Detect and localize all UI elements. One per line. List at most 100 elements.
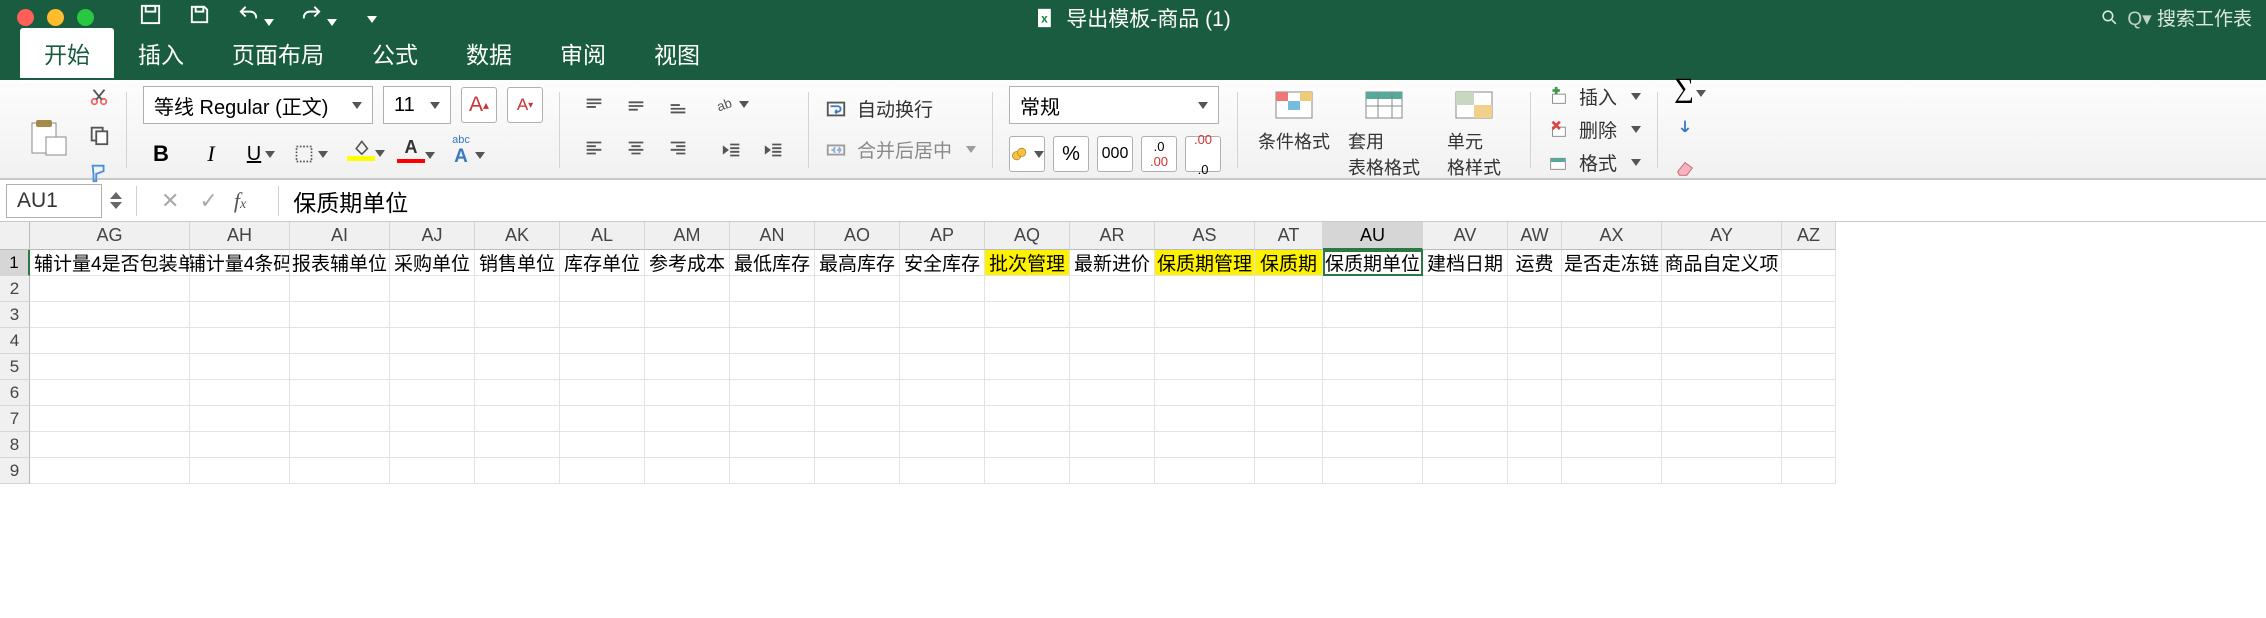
- cell-AX2[interactable]: [1562, 276, 1662, 302]
- cell-AT2[interactable]: [1255, 276, 1323, 302]
- cell-AN6[interactable]: [730, 380, 815, 406]
- cell-AR8[interactable]: [1070, 432, 1155, 458]
- cell-AW5[interactable]: [1508, 354, 1562, 380]
- cell-AN1[interactable]: 最低库存: [730, 250, 815, 276]
- cell-AL4[interactable]: [560, 328, 645, 354]
- cell-AH2[interactable]: [190, 276, 290, 302]
- cell-AS4[interactable]: [1155, 328, 1255, 354]
- cell-AZ6[interactable]: [1782, 380, 1836, 406]
- cell-AY8[interactable]: [1662, 432, 1782, 458]
- fill-color-button[interactable]: [343, 136, 379, 172]
- col-header-AI[interactable]: AI: [290, 222, 390, 250]
- cell-AR5[interactable]: [1070, 354, 1155, 380]
- cell-AJ4[interactable]: [390, 328, 475, 354]
- cell-AU8[interactable]: [1323, 432, 1423, 458]
- tab-插入[interactable]: 插入: [114, 28, 208, 80]
- name-box-stepper[interactable]: [110, 192, 122, 209]
- borders-button[interactable]: [293, 136, 329, 172]
- font-name-select[interactable]: 等线 Regular (正文): [143, 86, 373, 124]
- col-header-AK[interactable]: AK: [475, 222, 560, 250]
- cell-AU4[interactable]: [1323, 328, 1423, 354]
- underline-button[interactable]: U: [243, 136, 279, 172]
- col-header-AO[interactable]: AO: [815, 222, 900, 250]
- name-box[interactable]: AU1: [6, 184, 102, 218]
- conditional-formatting-button[interactable]: 条件格式: [1254, 86, 1334, 154]
- row-header-6[interactable]: 6: [0, 380, 30, 406]
- cell-AU9[interactable]: [1323, 458, 1423, 484]
- cell-AG1[interactable]: 辅计量4是否包装单位: [30, 250, 190, 276]
- cell-AZ8[interactable]: [1782, 432, 1836, 458]
- col-header-AT[interactable]: AT: [1255, 222, 1323, 250]
- select-all-corner[interactable]: [0, 222, 30, 250]
- cell-AR9[interactable]: [1070, 458, 1155, 484]
- cell-AX7[interactable]: [1562, 406, 1662, 432]
- cell-AL8[interactable]: [560, 432, 645, 458]
- cell-AL9[interactable]: [560, 458, 645, 484]
- col-header-AH[interactable]: AH: [190, 222, 290, 250]
- cell-AX8[interactable]: [1562, 432, 1662, 458]
- decrease-indent-button[interactable]: [714, 132, 750, 168]
- cell-AV4[interactable]: [1423, 328, 1508, 354]
- align-left-button[interactable]: [576, 130, 612, 166]
- cell-AJ7[interactable]: [390, 406, 475, 432]
- cell-AW3[interactable]: [1508, 302, 1562, 328]
- tab-公式[interactable]: 公式: [348, 28, 442, 80]
- cell-AG3[interactable]: [30, 302, 190, 328]
- cell-AG9[interactable]: [30, 458, 190, 484]
- cell-AG5[interactable]: [30, 354, 190, 380]
- minimize-window-button[interactable]: [47, 9, 64, 26]
- cell-AK3[interactable]: [475, 302, 560, 328]
- cell-AM8[interactable]: [645, 432, 730, 458]
- cell-AS8[interactable]: [1155, 432, 1255, 458]
- col-header-AJ[interactable]: AJ: [390, 222, 475, 250]
- align-center-button[interactable]: [618, 130, 654, 166]
- copy-icon[interactable]: [88, 124, 110, 152]
- cell-AX1[interactable]: 是否走冻链: [1562, 250, 1662, 276]
- cell-AS3[interactable]: [1155, 302, 1255, 328]
- cell-AL2[interactable]: [560, 276, 645, 302]
- cell-AO2[interactable]: [815, 276, 900, 302]
- save-icon[interactable]: [188, 3, 211, 32]
- cell-AS5[interactable]: [1155, 354, 1255, 380]
- italic-button[interactable]: I: [193, 136, 229, 172]
- cell-AH4[interactable]: [190, 328, 290, 354]
- cell-AR7[interactable]: [1070, 406, 1155, 432]
- phonetic-guide-button[interactable]: abcA: [443, 136, 479, 172]
- cell-styles-button[interactable]: 单元格样式: [1434, 86, 1514, 180]
- cell-AW2[interactable]: [1508, 276, 1562, 302]
- cell-AV6[interactable]: [1423, 380, 1508, 406]
- cell-AT8[interactable]: [1255, 432, 1323, 458]
- cell-AU2[interactable]: [1323, 276, 1423, 302]
- cell-AR6[interactable]: [1070, 380, 1155, 406]
- cell-AT4[interactable]: [1255, 328, 1323, 354]
- cell-AL6[interactable]: [560, 380, 645, 406]
- merge-center-button[interactable]: 合并后居中: [825, 136, 976, 163]
- delete-cells-button[interactable]: 删除: [1547, 116, 1641, 143]
- cell-AY7[interactable]: [1662, 406, 1782, 432]
- wrap-text-button[interactable]: 自动换行: [825, 95, 976, 122]
- cancel-formula-icon[interactable]: ✕: [151, 188, 189, 214]
- cell-AM4[interactable]: [645, 328, 730, 354]
- cell-AM2[interactable]: [645, 276, 730, 302]
- cell-AP6[interactable]: [900, 380, 985, 406]
- cell-AI6[interactable]: [290, 380, 390, 406]
- col-header-AL[interactable]: AL: [560, 222, 645, 250]
- tab-审阅[interactable]: 审阅: [536, 28, 630, 80]
- cell-AW1[interactable]: 运费: [1508, 250, 1562, 276]
- cell-AK5[interactable]: [475, 354, 560, 380]
- cell-AW8[interactable]: [1508, 432, 1562, 458]
- col-header-AM[interactable]: AM: [645, 222, 730, 250]
- cell-AW9[interactable]: [1508, 458, 1562, 484]
- qat-customize-icon[interactable]: [363, 7, 377, 29]
- cell-AP9[interactable]: [900, 458, 985, 484]
- col-header-AZ[interactable]: AZ: [1782, 222, 1836, 250]
- cell-AV9[interactable]: [1423, 458, 1508, 484]
- col-header-AS[interactable]: AS: [1155, 222, 1255, 250]
- cell-AJ9[interactable]: [390, 458, 475, 484]
- cell-AY1[interactable]: 商品自定义项: [1662, 250, 1782, 276]
- cell-AQ6[interactable]: [985, 380, 1070, 406]
- cell-AV7[interactable]: [1423, 406, 1508, 432]
- cell-AS9[interactable]: [1155, 458, 1255, 484]
- cell-AK8[interactable]: [475, 432, 560, 458]
- tab-页面布局[interactable]: 页面布局: [208, 28, 348, 80]
